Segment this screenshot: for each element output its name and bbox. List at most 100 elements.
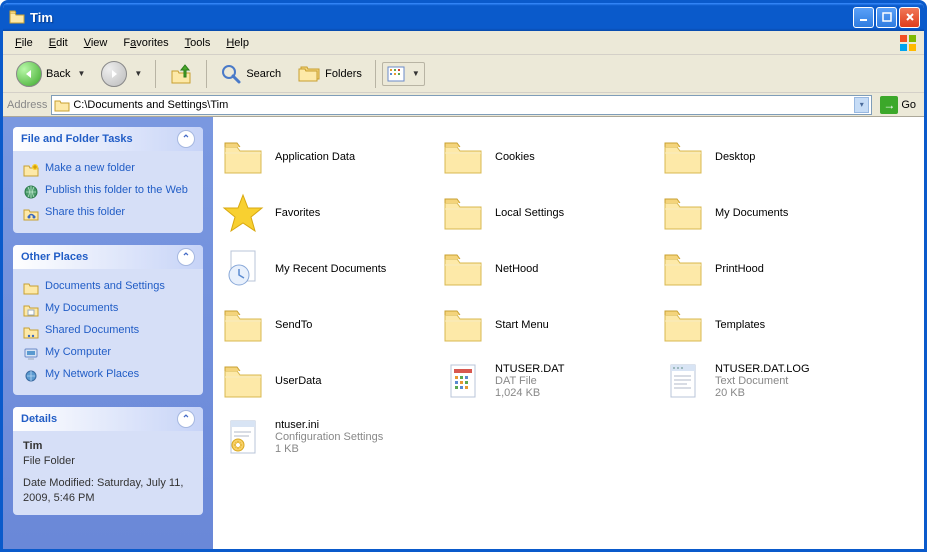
folder-icon (441, 303, 485, 347)
folder-icon (441, 135, 485, 179)
back-button[interactable]: Back ▼ (9, 59, 92, 89)
place-label: My Documents (45, 302, 118, 314)
maximize-button[interactable] (876, 7, 897, 28)
place-link[interactable]: My Network Places (23, 365, 193, 387)
file-item[interactable]: NTUSER.DATDAT File1,024 KB (439, 353, 659, 409)
file-name: My Documents (715, 207, 788, 219)
back-dropdown-icon[interactable]: ▼ (77, 69, 85, 78)
file-name: NTUSER.DAT.LOG (715, 363, 810, 375)
collapse-icon[interactable]: ⌃ (177, 248, 195, 266)
menu-help[interactable]: Help (218, 34, 257, 52)
task-link[interactable]: Share this folder (23, 203, 193, 225)
panel-header[interactable]: Other Places ⌃ (13, 245, 203, 269)
go-icon: → (880, 96, 898, 114)
address-combo[interactable]: ▾ (51, 95, 872, 115)
file-name: Templates (715, 319, 765, 331)
details-modified: Date Modified: Saturday, July 11, 2009, … (23, 476, 193, 507)
file-item[interactable]: Local Settings (439, 185, 659, 241)
place-link[interactable]: Documents and Settings (23, 277, 193, 299)
file-item[interactable]: Application Data (219, 129, 439, 185)
panel-header[interactable]: Details ⌃ (13, 407, 203, 431)
search-button[interactable]: Search (213, 59, 288, 89)
folder-icon (221, 303, 265, 347)
file-item[interactable]: My Documents (659, 185, 879, 241)
file-size: 1 KB (275, 443, 383, 455)
file-item[interactable]: SendTo (219, 297, 439, 353)
title-bar[interactable]: Tim (3, 3, 924, 31)
views-button[interactable]: ▼ (382, 62, 425, 86)
folders-button[interactable]: Folders (290, 59, 369, 89)
file-item[interactable]: Favorites (219, 185, 439, 241)
close-button[interactable] (899, 7, 920, 28)
views-dropdown-icon: ▼ (412, 69, 420, 78)
collapse-icon[interactable]: ⌃ (177, 410, 195, 428)
menu-view[interactable]: View (76, 34, 116, 52)
forward-dropdown-icon[interactable]: ▼ (134, 69, 142, 78)
panel-title: Other Places (21, 251, 88, 263)
toolbar-separator (155, 60, 156, 88)
details-type: File Folder (23, 454, 193, 469)
up-icon (169, 63, 193, 85)
address-label: Address (7, 99, 47, 111)
file-item[interactable]: Templates (659, 297, 879, 353)
folder-icon (221, 359, 265, 403)
minimize-button[interactable] (853, 7, 874, 28)
file-item[interactable]: My Recent Documents (219, 241, 439, 297)
file-item[interactable]: UserData (219, 353, 439, 409)
back-icon (16, 61, 42, 87)
details-name: Tim (23, 439, 193, 454)
menu-favorites[interactable]: Favorites (115, 34, 176, 52)
place-label: Documents and Settings (45, 280, 165, 292)
file-type: Text Document (715, 375, 810, 387)
file-item[interactable]: NetHood (439, 241, 659, 297)
file-name: SendTo (275, 319, 312, 331)
panel-title: File and Folder Tasks (21, 133, 133, 145)
details-panel: Details ⌃ Tim File Folder Date Modified:… (13, 407, 203, 515)
menu-tools[interactable]: Tools (177, 34, 219, 52)
folder-icon (221, 135, 265, 179)
folder-icon (23, 280, 39, 296)
place-link[interactable]: Shared Documents (23, 321, 193, 343)
file-name: PrintHood (715, 263, 764, 275)
task-pane: File and Folder Tasks ⌃ Make a new folde… (3, 117, 213, 549)
address-input[interactable] (73, 99, 851, 111)
file-item[interactable]: ntuser.iniConfiguration Settings1 KB (219, 409, 439, 465)
file-item[interactable]: Start Menu (439, 297, 659, 353)
menu-edit[interactable]: Edit (41, 34, 76, 52)
place-link[interactable]: My Documents (23, 299, 193, 321)
go-label: Go (901, 99, 916, 111)
file-size: 20 KB (715, 387, 810, 399)
up-button[interactable] (162, 59, 200, 89)
star-icon (221, 191, 265, 235)
file-name: My Recent Documents (275, 263, 386, 275)
task-label: Make a new folder (45, 162, 135, 174)
address-dropdown-button[interactable]: ▾ (854, 97, 869, 113)
file-list[interactable]: Application DataCookiesDesktop FavoritesL… (213, 117, 924, 549)
file-item[interactable]: Desktop (659, 129, 879, 185)
panel-title: Details (21, 413, 57, 425)
menu-file[interactable]: File (7, 34, 41, 52)
forward-button[interactable]: ▼ (94, 59, 149, 89)
file-type: DAT File (495, 375, 564, 387)
textfile-icon (661, 359, 705, 403)
address-bar: Address ▾ → Go (3, 93, 924, 117)
file-folder-tasks-panel: File and Folder Tasks ⌃ Make a new folde… (13, 127, 203, 233)
collapse-icon[interactable]: ⌃ (177, 130, 195, 148)
publish-web-icon (23, 184, 39, 200)
folder-icon (661, 135, 705, 179)
windows-flag-icon (898, 33, 918, 53)
file-item[interactable]: PrintHood (659, 241, 879, 297)
folder-icon (661, 191, 705, 235)
task-link[interactable]: Make a new folder (23, 159, 193, 181)
file-size: 1,024 KB (495, 387, 564, 399)
go-button[interactable]: → Go (876, 95, 920, 115)
place-label: My Network Places (45, 368, 139, 380)
place-link[interactable]: My Computer (23, 343, 193, 365)
panel-header[interactable]: File and Folder Tasks ⌃ (13, 127, 203, 151)
file-item[interactable]: NTUSER.DAT.LOGText Document20 KB (659, 353, 879, 409)
search-icon (220, 63, 242, 85)
file-item[interactable]: Cookies (439, 129, 659, 185)
inifile-icon (221, 415, 265, 459)
file-name: Start Menu (495, 319, 549, 331)
task-link[interactable]: Publish this folder to the Web (23, 181, 193, 203)
